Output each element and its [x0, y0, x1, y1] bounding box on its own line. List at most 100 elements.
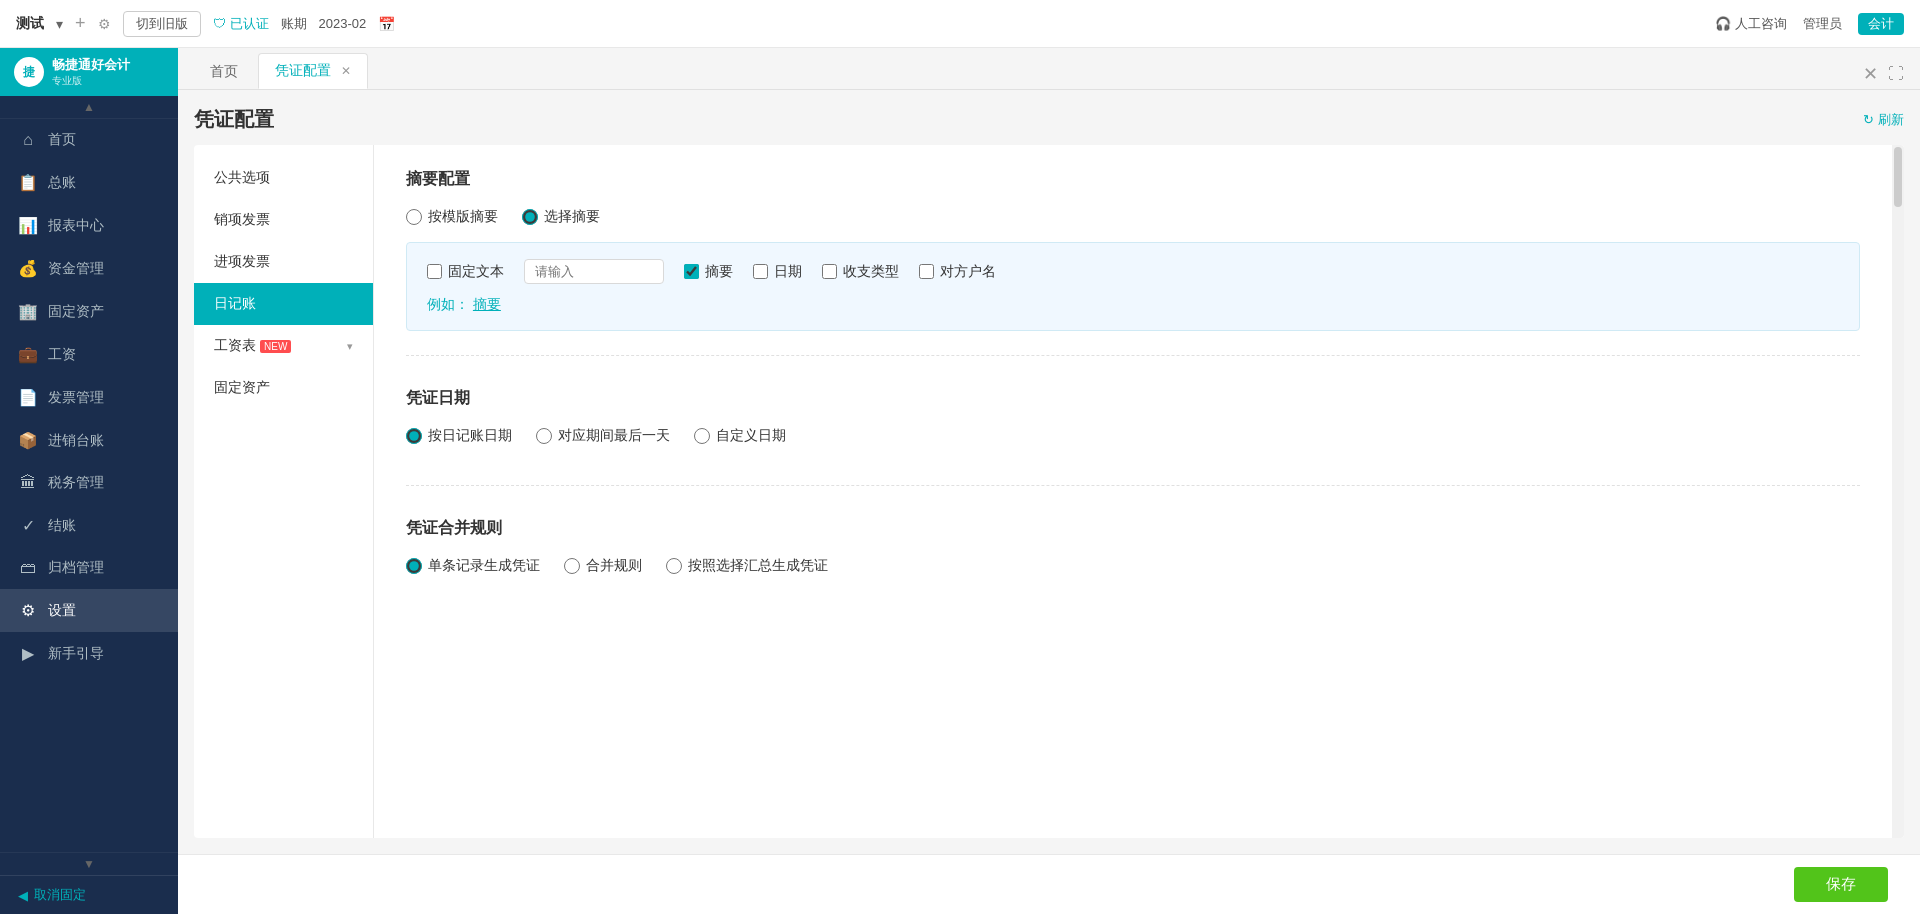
- checkbox-summary[interactable]: 摘要: [684, 263, 733, 281]
- right-content: 摘要配置 按模版摘要 选择摘要: [374, 145, 1892, 838]
- checkbox-fixed-text-input[interactable]: [427, 264, 442, 279]
- summary-box: 固定文本 摘要 日期: [406, 242, 1860, 331]
- period-label: 账期: [281, 15, 307, 33]
- dropdown-icon[interactable]: ▾: [56, 16, 63, 32]
- page-header: 凭证配置 ↻ 刷新: [194, 106, 1904, 133]
- bottom-bar: 保存: [178, 854, 1920, 914]
- nav-item-fixed-assets[interactable]: 固定资产: [194, 367, 373, 409]
- radio-select-merge[interactable]: 按照选择汇总生成凭证: [666, 557, 828, 575]
- sidebar-item-home[interactable]: ⌂ 首页: [0, 119, 178, 161]
- radio-single-input[interactable]: [406, 558, 422, 574]
- sidebar-item-label: 归档管理: [48, 559, 104, 577]
- radio-select-merge-input[interactable]: [666, 558, 682, 574]
- expand-icon[interactable]: ⛶: [1888, 65, 1904, 83]
- close-window-icon[interactable]: ✕: [1863, 63, 1878, 85]
- radio-template[interactable]: 按模版摘要: [406, 208, 498, 226]
- merge-radio-group: 单条记录生成凭证 合并规则 按照选择汇总生成凭证: [406, 557, 1860, 575]
- radio-merge-rule-input[interactable]: [564, 558, 580, 574]
- sidebar-item-label: 新手引导: [48, 645, 104, 663]
- nav-item-journal[interactable]: 日记账: [194, 283, 373, 325]
- tab-close-icon[interactable]: ✕: [341, 64, 351, 78]
- summary-options: 固定文本 摘要 日期: [427, 259, 1839, 284]
- pin-icon: ◀: [18, 888, 28, 903]
- admin-label: 管理员: [1803, 15, 1842, 33]
- sidebar-item-label: 工资: [48, 346, 76, 364]
- radio-custom-date-input[interactable]: [694, 428, 710, 444]
- nav-item-payroll-table[interactable]: 工资表 NEW ▾: [194, 325, 373, 367]
- sidebar-item-label: 设置: [48, 602, 76, 620]
- sidebar-item-ledger[interactable]: 📋 总账: [0, 161, 178, 204]
- logo-text: 畅捷通好会计: [52, 56, 130, 74]
- home-icon: ⌂: [18, 131, 38, 149]
- sidebar-item-label: 报表中心: [48, 217, 104, 235]
- sidebar-item-trade[interactable]: 📦 进销台账: [0, 419, 178, 462]
- sidebar-item-label: 税务管理: [48, 474, 104, 492]
- sidebar-item-close[interactable]: ✓ 结账: [0, 504, 178, 547]
- merge-section: 凭证合并规则 单条记录生成凭证 合并规则: [406, 518, 1860, 615]
- nav-item-sales-invoice[interactable]: 销项发票: [194, 199, 373, 241]
- fixed-text-input[interactable]: [524, 259, 664, 284]
- sidebar-item-guide[interactable]: ▶ 新手引导: [0, 632, 178, 675]
- radio-template-input[interactable]: [406, 209, 422, 225]
- checkbox-income-type[interactable]: 收支类型: [822, 263, 899, 281]
- scroll-up-arrow[interactable]: ▲: [83, 100, 95, 114]
- tab-voucher-config[interactable]: 凭证配置 ✕: [258, 53, 368, 89]
- nav-item-public[interactable]: 公共选项: [194, 157, 373, 199]
- archive-icon: 🗃: [18, 559, 38, 577]
- radio-select-input[interactable]: [522, 209, 538, 225]
- radio-period-last-input[interactable]: [536, 428, 552, 444]
- sidebar-item-archive[interactable]: 🗃 归档管理: [0, 547, 178, 589]
- checkbox-date[interactable]: 日期: [753, 263, 802, 281]
- radio-journal-date-input[interactable]: [406, 428, 422, 444]
- new-badge: NEW: [260, 340, 291, 353]
- gear-icon[interactable]: ⚙: [98, 16, 111, 32]
- example-row: 例如： 摘要: [427, 296, 1839, 314]
- sidebar-item-assets[interactable]: 🏢 固定资产: [0, 290, 178, 333]
- certified-badge: 🛡 已认证: [213, 15, 269, 33]
- sidebar-item-finance[interactable]: 💰 资金管理: [0, 247, 178, 290]
- checkbox-income-type-input[interactable]: [822, 264, 837, 279]
- sidebar-item-report[interactable]: 📊 报表中心: [0, 204, 178, 247]
- shield-icon: 🛡: [213, 16, 226, 31]
- checkbox-counterparty-input[interactable]: [919, 264, 934, 279]
- sidebar-item-tax[interactable]: 🏛 税务管理: [0, 462, 178, 504]
- save-button[interactable]: 保存: [1794, 867, 1888, 902]
- example-label: 例如：: [427, 296, 469, 312]
- headset-icon: 🎧: [1715, 16, 1731, 31]
- checkbox-date-input[interactable]: [753, 264, 768, 279]
- radio-custom-date[interactable]: 自定义日期: [694, 427, 786, 445]
- sidebar-scroll: ⌂ 首页 📋 总账 📊 报表中心 💰 资金管理 🏢 固定资产 💼 工资: [0, 119, 178, 852]
- old-version-button[interactable]: 切到旧版: [123, 11, 201, 37]
- checkbox-counterparty[interactable]: 对方户名: [919, 263, 996, 281]
- add-icon[interactable]: +: [75, 13, 86, 34]
- checkbox-fixed-text[interactable]: 固定文本: [427, 263, 504, 281]
- scrollbar-track: [1892, 145, 1904, 838]
- checkbox-summary-input[interactable]: [684, 264, 699, 279]
- cancel-fixed-button[interactable]: ◀ 取消固定: [0, 875, 178, 914]
- consult-button[interactable]: 🎧 人工咨询: [1715, 15, 1787, 33]
- sidebar-item-label: 总账: [48, 174, 76, 192]
- refresh-button[interactable]: ↻ 刷新: [1863, 111, 1904, 129]
- scrollbar-thumb[interactable]: [1894, 147, 1902, 207]
- scroll-down-arrow[interactable]: ▼: [83, 857, 95, 871]
- logo-icon: 捷: [14, 57, 44, 87]
- tab-home[interactable]: 首页: [194, 55, 254, 89]
- example-value: 摘要: [473, 296, 501, 312]
- sidebar-logo: 捷 畅捷通好会计 专业版: [0, 48, 178, 96]
- tax-icon: 🏛: [18, 474, 38, 492]
- nav-item-purchase-invoice[interactable]: 进项发票: [194, 241, 373, 283]
- radio-period-last[interactable]: 对应期间最后一天: [536, 427, 670, 445]
- radio-select[interactable]: 选择摘要: [522, 208, 600, 226]
- radio-journal-date[interactable]: 按日记账日期: [406, 427, 512, 445]
- sidebar-item-settings[interactable]: ⚙ 设置: [0, 589, 178, 632]
- content-area: 首页 凭证配置 ✕ ✕ ⛶ 凭证配置 ↻ 刷新: [178, 48, 1920, 914]
- radio-single[interactable]: 单条记录生成凭证: [406, 557, 540, 575]
- settings-icon: ⚙: [18, 601, 38, 620]
- radio-merge-rule[interactable]: 合并规则: [564, 557, 642, 575]
- sidebar-item-payroll[interactable]: 💼 工资: [0, 333, 178, 376]
- sidebar-item-label: 结账: [48, 517, 76, 535]
- trade-icon: 📦: [18, 431, 38, 450]
- sidebar-item-invoice[interactable]: 📄 发票管理: [0, 376, 178, 419]
- role-badge: 会计: [1858, 13, 1904, 35]
- calendar-icon[interactable]: 📅: [378, 16, 395, 32]
